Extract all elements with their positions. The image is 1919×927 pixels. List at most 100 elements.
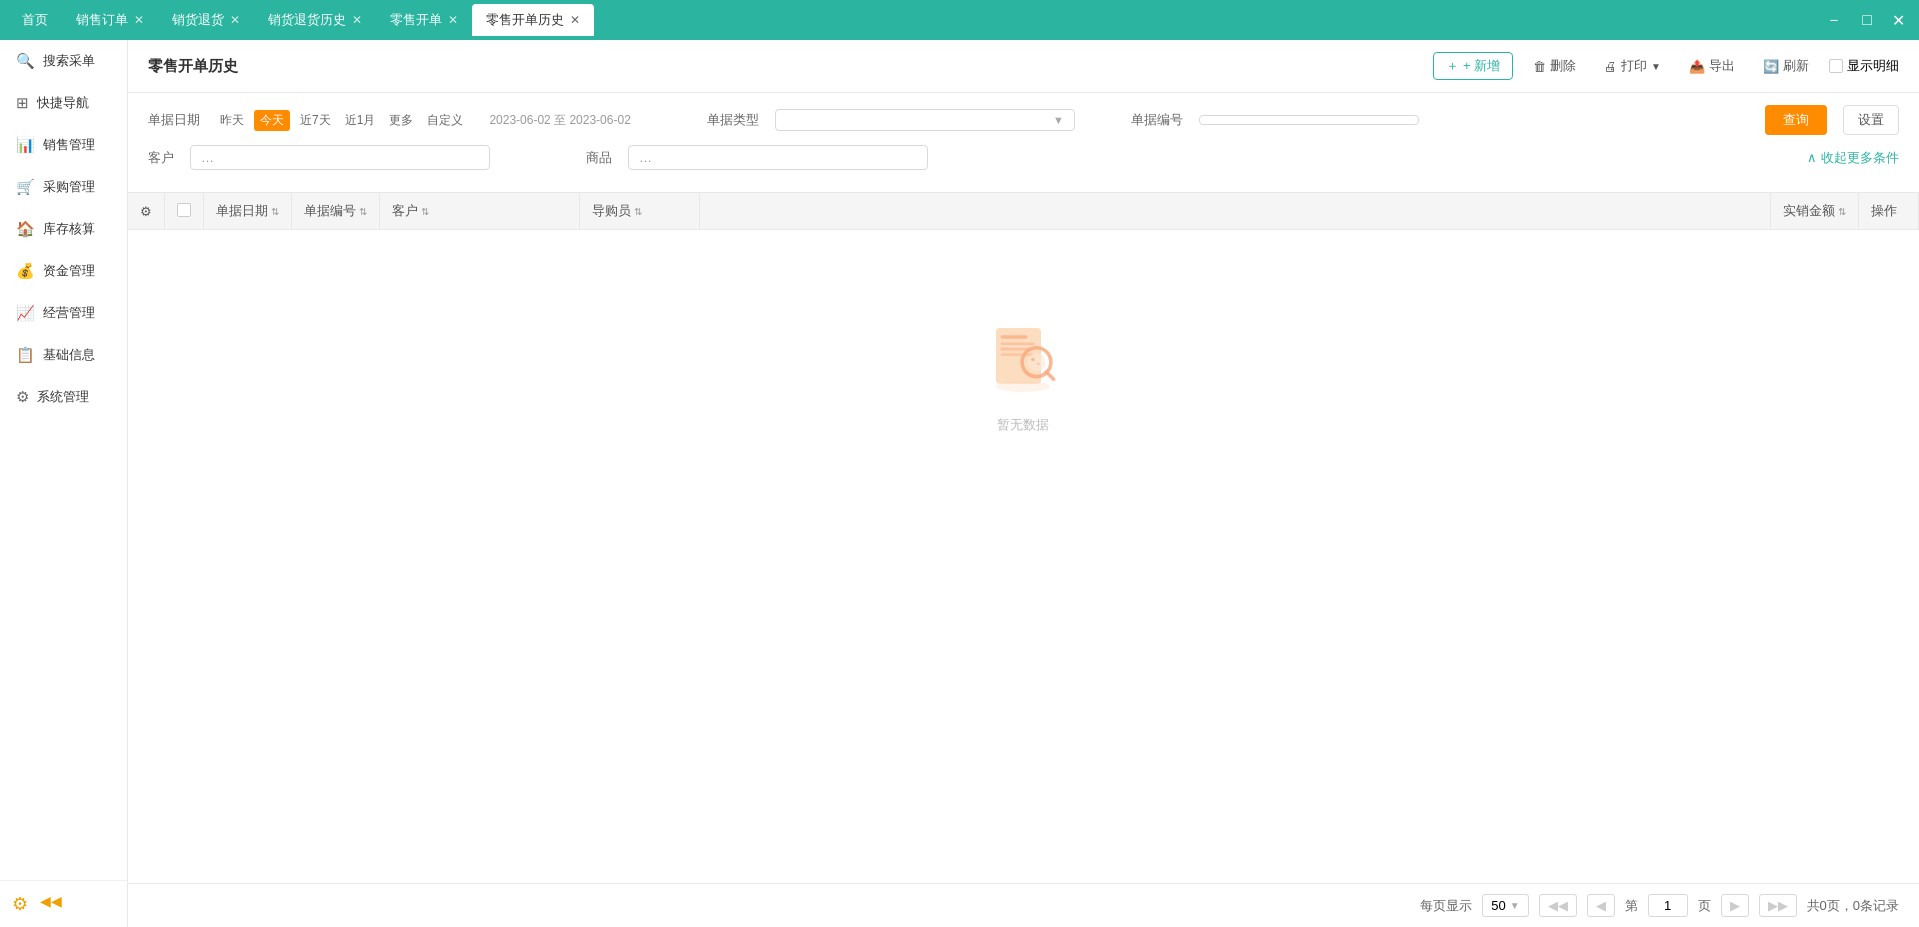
sidebar-item-system-mgmt[interactable]: ⚙ 系统管理 (0, 376, 127, 418)
last-page-icon: ▶▶ (1768, 898, 1788, 913)
sidebar-item-operations[interactable]: 📈 经营管理 (0, 292, 127, 334)
tab-retail-open-history[interactable]: 零售开单历史 ✕ (472, 4, 594, 36)
tab-bar: 首页 销售订单 ✕ 销货退货 ✕ 销货退货历史 ✕ 零售开单 ✕ 零售开单历史 … (0, 0, 1919, 40)
th-amount-sort-icon: ⇅ (1838, 206, 1846, 217)
next-page-icon: ▶ (1730, 898, 1740, 913)
th-doc-date[interactable]: 单据日期 ⇅ (204, 193, 292, 230)
date-more[interactable]: 更多 (385, 110, 417, 131)
collapse-button[interactable]: ∧ 收起更多条件 (1807, 149, 1899, 167)
filter-row-2: 客户 … 商品 … ∧ 收起更多条件 (148, 145, 1899, 170)
last-page-button[interactable]: ▶▶ (1759, 894, 1797, 917)
operations-icon: 📈 (16, 304, 35, 322)
sidebar-settings-icon[interactable]: ⚙ (12, 893, 28, 915)
page-input[interactable] (1648, 894, 1688, 917)
per-page-dropdown-icon: ▼ (1510, 900, 1520, 911)
content-area: 零售开单历史 ＋ + 新增 🗑 删除 🖨 打印 ▼ 📤 导出 (128, 40, 1919, 927)
sidebar-item-sales-mgmt[interactable]: 📊 销售管理 (0, 124, 127, 166)
sidebar-item-finance[interactable]: 💰 资金管理 (0, 250, 127, 292)
tab-sales-order-label: 销售订单 (76, 11, 128, 29)
th-doc-no-sort-icon: ⇅ (359, 206, 367, 217)
tab-home-label: 首页 (22, 11, 48, 29)
first-page-button[interactable]: ◀◀ (1539, 894, 1577, 917)
print-dropdown-icon: ▼ (1651, 61, 1661, 72)
th-doc-no[interactable]: 单据编号 ⇅ (292, 193, 380, 230)
first-page-icon: ◀◀ (1548, 898, 1568, 913)
doc-type-select[interactable]: ▼ (775, 109, 1075, 131)
tab-home[interactable]: 首页 (8, 4, 62, 36)
sidebar-item-quick-nav[interactable]: ⊞ 快捷导航 (0, 82, 127, 124)
tab-retail-open-label: 零售开单 (390, 11, 442, 29)
th-settings[interactable]: ⚙ (128, 193, 165, 230)
export-button[interactable]: 📤 导出 (1681, 53, 1743, 79)
goods-input[interactable]: … (628, 145, 928, 170)
sidebar: 🔍 搜索采单 ⊞ 快捷导航 📊 销售管理 🛒 采购管理 🏠 库存核算 💰 资金管… (0, 40, 128, 927)
header-checkbox[interactable] (177, 203, 191, 217)
date-label: 单据日期 (148, 111, 200, 129)
next-page-button[interactable]: ▶ (1721, 894, 1749, 917)
sidebar-item-search-purchase[interactable]: 🔍 搜索采单 (0, 40, 127, 82)
delete-label: 删除 (1550, 57, 1576, 75)
tab-sales-return-history-close[interactable]: ✕ (352, 13, 362, 27)
th-customer-label: 客户 (392, 202, 418, 220)
show-detail-checkbox[interactable] (1829, 59, 1843, 73)
sidebar-item-basic-info[interactable]: 📋 基础信息 (0, 334, 127, 376)
query-button[interactable]: 查询 (1765, 105, 1827, 135)
empty-state: 暂无数据 (128, 230, 1919, 514)
tab-retail-open-history-close[interactable]: ✕ (570, 13, 580, 27)
prev-page-button[interactable]: ◀ (1587, 894, 1615, 917)
delete-button[interactable]: 🗑 删除 (1525, 53, 1584, 79)
total-info: 共0页，0条记录 (1807, 897, 1899, 915)
window-close-btn[interactable]: ✕ (1886, 11, 1911, 30)
svg-point-7 (1028, 353, 1046, 371)
empty-row: 暂无数据 (128, 230, 1919, 515)
svg-rect-3 (1001, 342, 1035, 345)
date-yesterday[interactable]: 昨天 (216, 110, 248, 131)
print-button[interactable]: 🖨 打印 ▼ (1596, 53, 1669, 79)
th-customer[interactable]: 客户 ⇅ (380, 193, 580, 230)
home-icon: ⊞ (16, 94, 29, 112)
th-amount-label: 实销金额 (1783, 202, 1835, 220)
add-button[interactable]: ＋ + 新增 (1433, 52, 1513, 80)
tab-retail-open-close[interactable]: ✕ (448, 13, 458, 27)
tab-sales-order[interactable]: 销售订单 ✕ (62, 4, 158, 36)
per-page-select[interactable]: 50 ▼ (1482, 894, 1528, 917)
svg-rect-5 (1001, 353, 1033, 356)
th-guide[interactable]: 导购员 ⇅ (580, 193, 700, 230)
window-maximize-btn[interactable]: □ (1856, 11, 1878, 29)
customer-label: 客户 (148, 149, 174, 167)
gear-icon[interactable]: ⚙ (140, 204, 152, 219)
refresh-button[interactable]: 🔄 刷新 (1755, 53, 1817, 79)
add-icon: ＋ (1446, 57, 1459, 75)
goods-dots: … (639, 150, 652, 165)
doc-no-input[interactable] (1199, 115, 1419, 125)
sidebar-item-inventory[interactable]: 🏠 库存核算 (0, 208, 127, 250)
th-checkbox[interactable] (165, 193, 204, 230)
tab-sales-return-history[interactable]: 销货退货历史 ✕ (254, 4, 376, 36)
purchase-icon: 🛒 (16, 178, 35, 196)
collapse-label: 收起更多条件 (1821, 149, 1899, 167)
per-page-label: 每页显示 (1420, 897, 1472, 915)
export-label: 导出 (1709, 57, 1735, 75)
date-last7days[interactable]: 近7天 (296, 110, 335, 131)
delete-icon: 🗑 (1533, 59, 1546, 74)
th-doc-date-label: 单据日期 (216, 202, 268, 220)
th-amount[interactable]: 实销金额 ⇅ (1771, 193, 1859, 230)
date-custom[interactable]: 自定义 (423, 110, 467, 131)
tab-sales-return-history-label: 销货退货历史 (268, 11, 346, 29)
date-last1month[interactable]: 近1月 (341, 110, 380, 131)
settings-button[interactable]: 设置 (1843, 105, 1899, 135)
tab-sales-return[interactable]: 销货退货 ✕ (158, 4, 254, 36)
sidebar-item-purchase-mgmt[interactable]: 🛒 采购管理 (0, 166, 127, 208)
tab-sales-order-close[interactable]: ✕ (134, 13, 144, 27)
doc-no-label: 单据编号 (1131, 111, 1183, 129)
customer-input[interactable]: … (190, 145, 490, 170)
table-header: ⚙ 单据日期 ⇅ 单据编号 (128, 193, 1919, 230)
doc-type-label: 单据类型 (707, 111, 759, 129)
window-minimize-btn[interactable]: － (1820, 10, 1848, 31)
date-today[interactable]: 今天 (254, 110, 290, 131)
sidebar-operations-label: 经营管理 (43, 304, 95, 322)
page-word-label: 第 (1625, 897, 1638, 915)
tab-retail-open[interactable]: 零售开单 ✕ (376, 4, 472, 36)
tab-sales-return-close[interactable]: ✕ (230, 13, 240, 27)
sidebar-collapse-icon[interactable]: ◀◀ (40, 893, 62, 915)
